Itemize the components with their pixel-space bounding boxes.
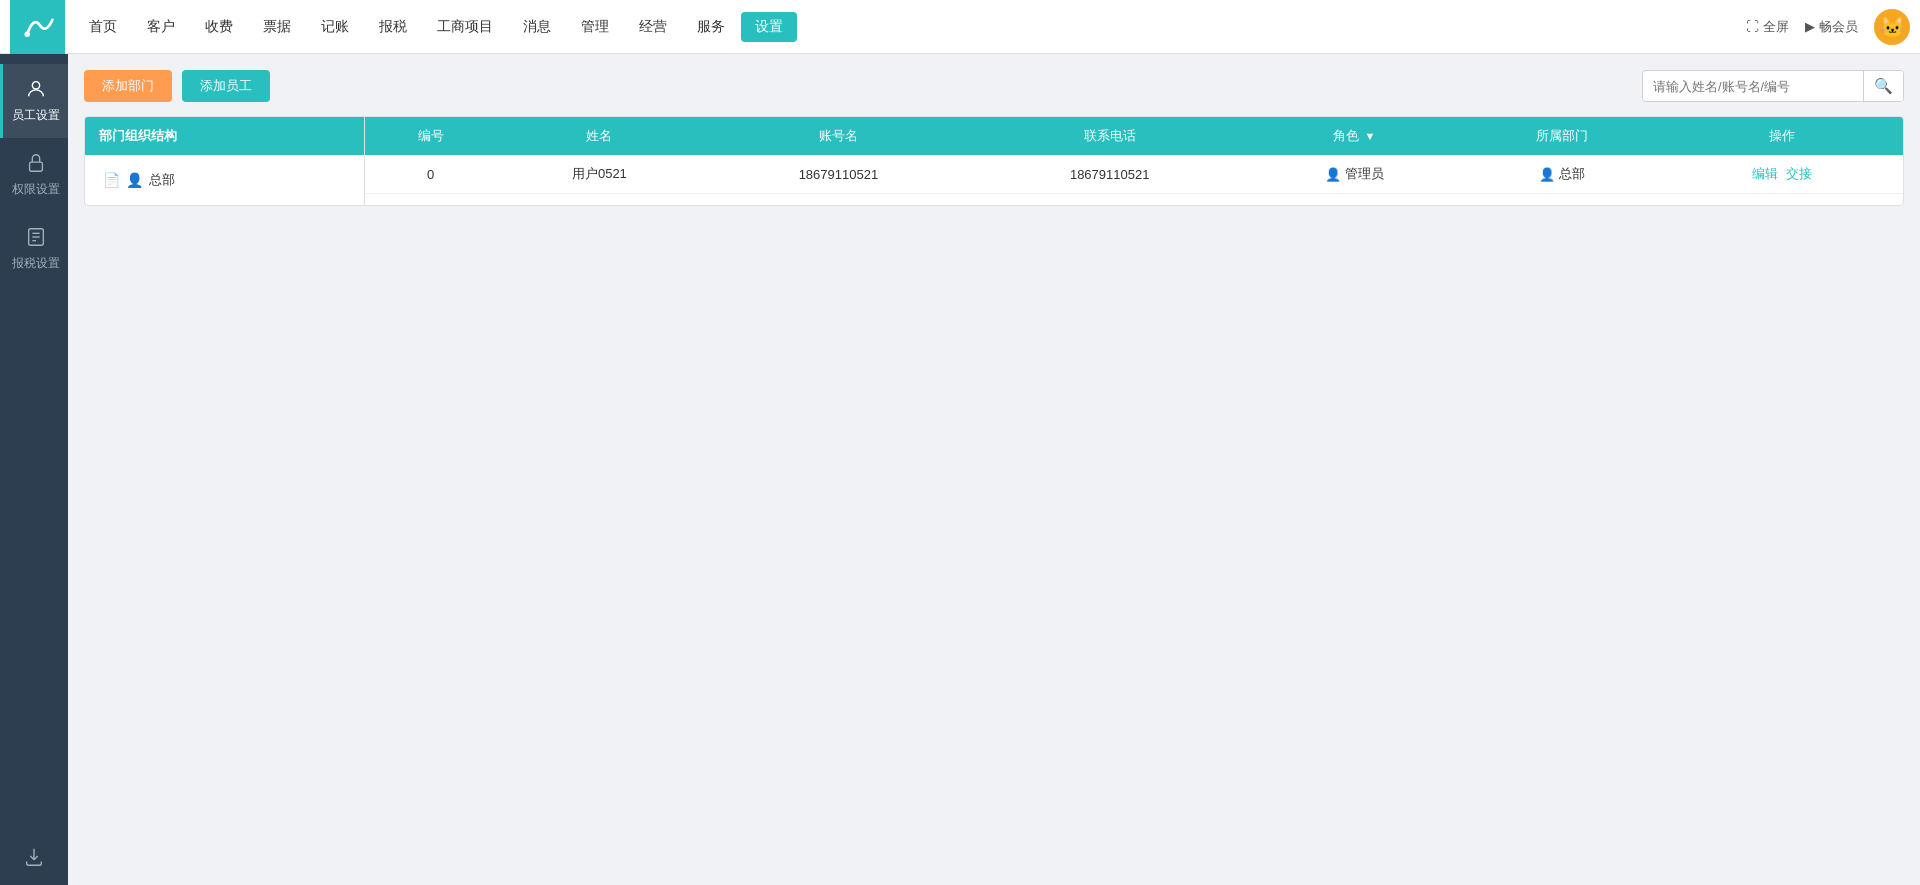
nav-accounting[interactable]: 记账 — [307, 12, 363, 42]
table-header-row: 编号 姓名 账号名 联系电话 角色 ▼ 所属部门 操作 — [365, 117, 1903, 155]
col-header-phone: 联系电话 — [974, 117, 1245, 155]
col-header-role-label: 角色 — [1333, 128, 1359, 143]
sidebar: 员工设置 权限设置 报税设置 — [0, 54, 68, 885]
avatar[interactable]: 🐱 — [1874, 9, 1910, 45]
col-header-ops: 操作 — [1662, 117, 1903, 155]
member-label: 畅会员 — [1819, 18, 1858, 36]
role-icon: 👤 — [1325, 167, 1341, 182]
svg-point-0 — [24, 31, 29, 36]
top-navigation: 首页 客户 收费 票据 记账 报税 工商项目 消息 管理 经营 服务 设置 ⛶ … — [0, 0, 1920, 54]
nav-items: 首页 客户 收费 票据 记账 报税 工商项目 消息 管理 经营 服务 设置 — [75, 12, 1746, 42]
employee-table: 编号 姓名 账号名 联系电话 角色 ▼ 所属部门 操作 — [365, 117, 1903, 194]
dept-panel-header: 部门组织结构 — [85, 117, 364, 155]
dept-tree-item[interactable]: 📄 👤 总部 — [99, 165, 350, 195]
nav-service[interactable]: 服务 — [683, 12, 739, 42]
nav-bill[interactable]: 票据 — [249, 12, 305, 42]
nav-settings[interactable]: 设置 — [741, 12, 797, 42]
sidebar-item-permission-label: 权限设置 — [12, 181, 60, 198]
dept-icon: 👤 — [1539, 167, 1555, 182]
lock-icon — [25, 152, 47, 177]
cell-role: 👤 管理员 — [1245, 155, 1462, 194]
fullscreen-label: 全屏 — [1763, 18, 1789, 36]
add-dept-button[interactable]: 添加部门 — [84, 70, 172, 102]
cell-id: 0 — [365, 155, 496, 194]
search-bar: 🔍 — [1642, 70, 1904, 102]
sidebar-item-employee-label: 员工设置 — [12, 107, 60, 124]
cell-phone: 18679110521 — [974, 155, 1245, 194]
nav-customer[interactable]: 客户 — [133, 12, 189, 42]
fullscreen-button[interactable]: ⛶ 全屏 — [1746, 18, 1789, 36]
cell-ops: 编辑交接 — [1662, 155, 1903, 194]
dept-tree-item-label: 总部 — [149, 171, 175, 189]
nav-operation[interactable]: 经营 — [625, 12, 681, 42]
cell-dept: 👤 总部 — [1463, 155, 1662, 194]
nav-home[interactable]: 首页 — [75, 12, 131, 42]
dept-panel: 部门组织结构 📄 👤 总部 — [85, 117, 365, 205]
col-header-role[interactable]: 角色 ▼ — [1245, 117, 1462, 155]
filter-icon: ▼ — [1364, 130, 1375, 142]
sidebar-item-employee[interactable]: 员工设置 — [0, 64, 68, 138]
col-header-id: 编号 — [365, 117, 496, 155]
table-panel: 编号 姓名 账号名 联系电话 角色 ▼ 所属部门 操作 — [365, 117, 1903, 205]
dept-user-icon: 👤 — [126, 172, 143, 188]
svg-point-1 — [32, 82, 39, 89]
toolbar: 添加部门 添加员工 🔍 — [84, 70, 1904, 102]
cell-name: 用户0521 — [496, 155, 703, 194]
nav-business[interactable]: 工商项目 — [423, 12, 507, 42]
cell-account: 18679110521 — [703, 155, 974, 194]
sidebar-item-tax-settings[interactable]: 报税设置 — [0, 212, 68, 286]
panel-container: 部门组织结构 📄 👤 总部 编号 姓名 账号名 — [84, 116, 1904, 206]
add-employee-button[interactable]: 添加员工 — [182, 70, 270, 102]
sidebar-item-tax-settings-label: 报税设置 — [12, 255, 60, 272]
col-header-name: 姓名 — [496, 117, 703, 155]
col-header-account: 账号名 — [703, 117, 974, 155]
search-input[interactable] — [1643, 73, 1863, 100]
member-icon: ▶ — [1805, 19, 1815, 34]
nav-manage[interactable]: 管理 — [567, 12, 623, 42]
search-icon: 🔍 — [1874, 77, 1893, 94]
nav-fee[interactable]: 收费 — [191, 12, 247, 42]
dept-tree: 📄 👤 总部 — [85, 155, 364, 205]
tax-icon — [25, 226, 47, 251]
role-label: 管理员 — [1345, 165, 1384, 183]
op-link-0[interactable]: 编辑 — [1752, 166, 1778, 181]
person-icon — [25, 78, 47, 103]
sidebar-bottom — [0, 832, 68, 885]
op-link-1[interactable]: 交接 — [1786, 166, 1812, 181]
main-container: 员工设置 权限设置 报税设置 — [0, 54, 1920, 885]
member-button[interactable]: ▶ 畅会员 — [1805, 18, 1858, 36]
file-icon: 📄 — [103, 172, 120, 188]
col-header-dept: 所属部门 — [1463, 117, 1662, 155]
content-area: 添加部门 添加员工 🔍 部门组织结构 📄 👤 总部 — [68, 54, 1920, 885]
search-button[interactable]: 🔍 — [1863, 71, 1903, 101]
nav-tax[interactable]: 报税 — [365, 12, 421, 42]
fullscreen-icon: ⛶ — [1746, 19, 1759, 34]
table-row: 0 用户0521 18679110521 18679110521 👤 管理员 👤… — [365, 155, 1903, 194]
dept-label: 总部 — [1559, 165, 1585, 183]
sidebar-item-permission[interactable]: 权限设置 — [0, 138, 68, 212]
nav-right: ⛶ 全屏 ▶ 畅会员 🐱 — [1746, 9, 1910, 45]
sidebar-bottom-download[interactable] — [0, 832, 68, 885]
nav-message[interactable]: 消息 — [509, 12, 565, 42]
logo — [10, 0, 65, 54]
download-icon — [23, 846, 45, 871]
svg-rect-2 — [29, 162, 42, 171]
